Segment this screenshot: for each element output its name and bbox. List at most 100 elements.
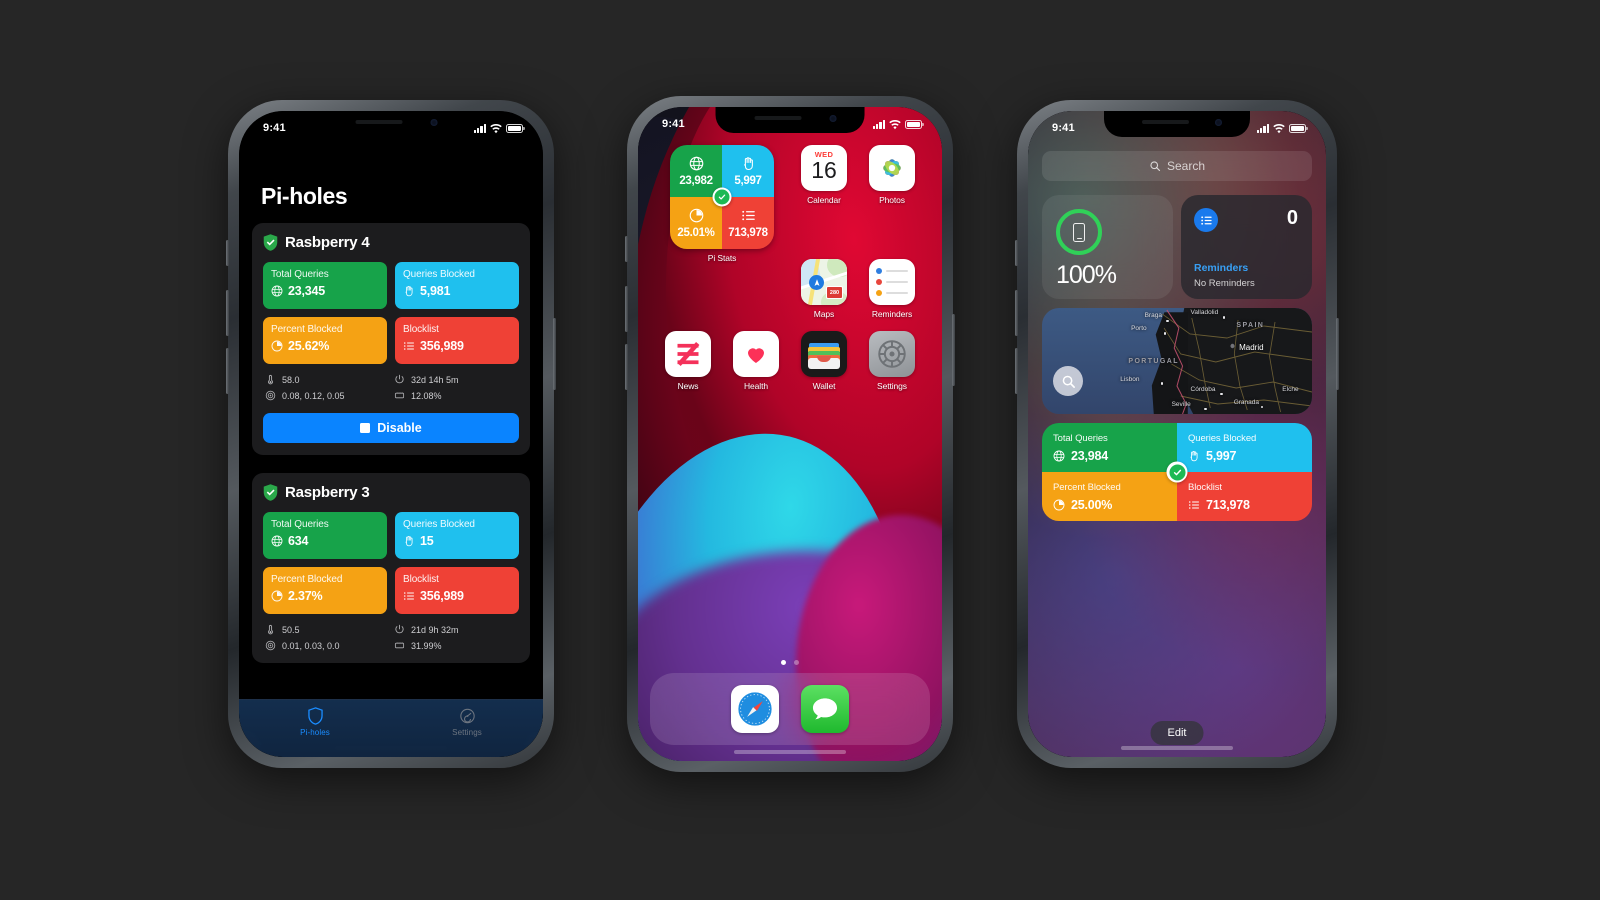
app-wallet[interactable]: Wallet [790,331,858,391]
card-header: Raspberry 3 [263,484,519,501]
tab-settings[interactable]: Settings [391,707,543,737]
widget-maps[interactable]: Braga Porto Valladolid SPAIN Madrid PORT… [1042,308,1312,414]
stat-tile-percent-blocked[interactable]: Percent Blocked 2.37% [263,567,387,614]
app-calendar[interactable]: WED 16 Calendar [790,145,858,205]
search-input[interactable]: Search [1042,151,1312,181]
metric-value: 0.08, 0.12, 0.05 [282,390,345,401]
shield-check-icon [263,234,278,251]
power-button[interactable] [952,314,955,386]
map-label: Córdoba [1190,386,1216,394]
app-label: Reminders [871,309,913,319]
mute-switch[interactable] [226,240,229,266]
app-maps[interactable]: 280 Maps [790,259,858,319]
photos-icon [869,145,915,191]
widget-batteries[interactable]: 100% [1042,195,1173,299]
cpu-load-icon [265,390,276,401]
widget-label: Percent Blocked [1053,481,1121,493]
volume-up-button[interactable] [226,290,229,336]
volume-down-button[interactable] [226,348,229,394]
map-label-country: SPAIN [1236,321,1265,329]
stat-tile-total-queries[interactable]: Total Queries 634 [263,512,387,559]
home-indicator[interactable] [1121,746,1233,750]
wifi-icon [889,119,901,129]
home-indicator[interactable] [734,750,846,754]
volume-up-button[interactable] [1015,290,1018,336]
mute-switch[interactable] [625,236,628,262]
iphone-icon [1056,209,1102,255]
globe-icon [271,285,283,297]
settings-gear-icon [869,331,915,377]
page-dots[interactable] [638,660,942,665]
battery-percent: 100% [1056,261,1117,289]
status-time: 9:41 [1052,122,1075,134]
pihole-card[interactable]: Rasbperry 4 Total Queries 23,345 Queries… [252,223,530,455]
app-label: Wallet [812,381,836,391]
map-label-country: PORTUGAL [1128,357,1179,365]
memory-icon [394,390,405,401]
pihole-card[interactable]: Raspberry 3 Total Queries 634 Queries Bl… [252,473,530,663]
stat-tile-blocklist[interactable]: Blocklist 356,989 [395,317,519,364]
notch [316,111,466,137]
stat-tile-queries-blocked[interactable]: Queries Blocked 15 [395,512,519,559]
front-camera [430,119,438,126]
map-label: Porto [1131,324,1147,332]
metric-value: 21d 9h 32m [411,624,459,635]
widget-reminders[interactable]: 0 Reminders No Reminders [1181,195,1312,299]
power-button[interactable] [1336,318,1339,390]
pi-stats-widget-body[interactable]: 23,982 5,997 25.01% 713,978 [670,145,774,249]
widget-pi-stats[interactable]: 23,982 5,997 25.01% 713,978 Pi Stats [654,145,790,263]
search-placeholder: Search [1166,159,1206,173]
map-search-icon[interactable] [1053,366,1083,396]
edit-button[interactable]: Edit [1150,721,1204,745]
globe-icon [689,156,704,171]
map-label-city: Madrid [1239,342,1264,352]
app-label: Calendar [807,195,841,205]
mute-switch[interactable] [1015,240,1018,266]
app-label: News [677,381,699,391]
page-dot[interactable] [794,660,799,665]
power-button[interactable] [553,318,556,390]
widget-value: 25.01% [677,226,715,239]
tile-value: 356,989 [420,339,464,353]
volume-down-button[interactable] [625,344,628,390]
messages-icon[interactable] [801,685,849,733]
reminders-subtitle: No Reminders [1194,278,1255,289]
app-news[interactable]: News [654,331,722,391]
pihole-card-list[interactable]: Rasbperry 4 Total Queries 23,345 Queries… [252,223,530,757]
screenshot-canvas: 9:41 Pi-holes Rasbperry 4 Total Queries … [0,0,1600,900]
reminders-list-icon [1194,208,1218,232]
stat-tile-queries-blocked[interactable]: Queries Blocked 5,981 [395,262,519,309]
disable-button[interactable]: Disable [263,413,519,443]
app-reminders[interactable]: Reminders [858,259,926,319]
page-dot-active[interactable] [781,660,786,665]
reminders-icon [869,259,915,305]
volume-up-button[interactable] [625,286,628,332]
app-photos[interactable]: Photos [858,145,926,205]
tab-pi-holes[interactable]: Pi-holes [239,707,391,737]
tile-label: Blocklist [403,574,439,585]
tile-label: Queries Blocked [403,519,475,530]
tile-value: 356,989 [420,589,464,603]
stat-tile-total-queries[interactable]: Total Queries 23,345 [263,262,387,309]
health-icon [733,331,779,377]
power-icon [394,374,405,385]
map-label: Seville [1171,401,1191,409]
tile-value: 634 [288,534,309,548]
app-health[interactable]: Health [722,331,790,391]
widget-pi-stats[interactable]: Total Queries 23,984 Queries Blocked 5,9… [1042,423,1312,521]
today-widget-stack: 100% 0 Reminders No Reminders Braga Port… [1042,195,1312,521]
earpiece-speaker [754,116,802,120]
stat-tile-percent-blocked[interactable]: Percent Blocked 25.62% [263,317,387,364]
stat-tile-blocklist[interactable]: Blocklist 356,989 [395,567,519,614]
tile-label: Percent Blocked [271,574,343,585]
tile-label: Queries Blocked [403,269,475,280]
volume-down-button[interactable] [1015,348,1018,394]
map-label: Granada [1233,399,1259,407]
widget-quadrant-total-queries: Total Queries 23,984 [1042,423,1177,472]
cellular-signal-icon [872,119,885,129]
front-camera [1215,119,1223,126]
safari-icon[interactable] [731,685,779,733]
shield-icon [307,707,324,725]
front-camera [829,115,837,122]
app-settings[interactable]: Settings [858,331,926,391]
